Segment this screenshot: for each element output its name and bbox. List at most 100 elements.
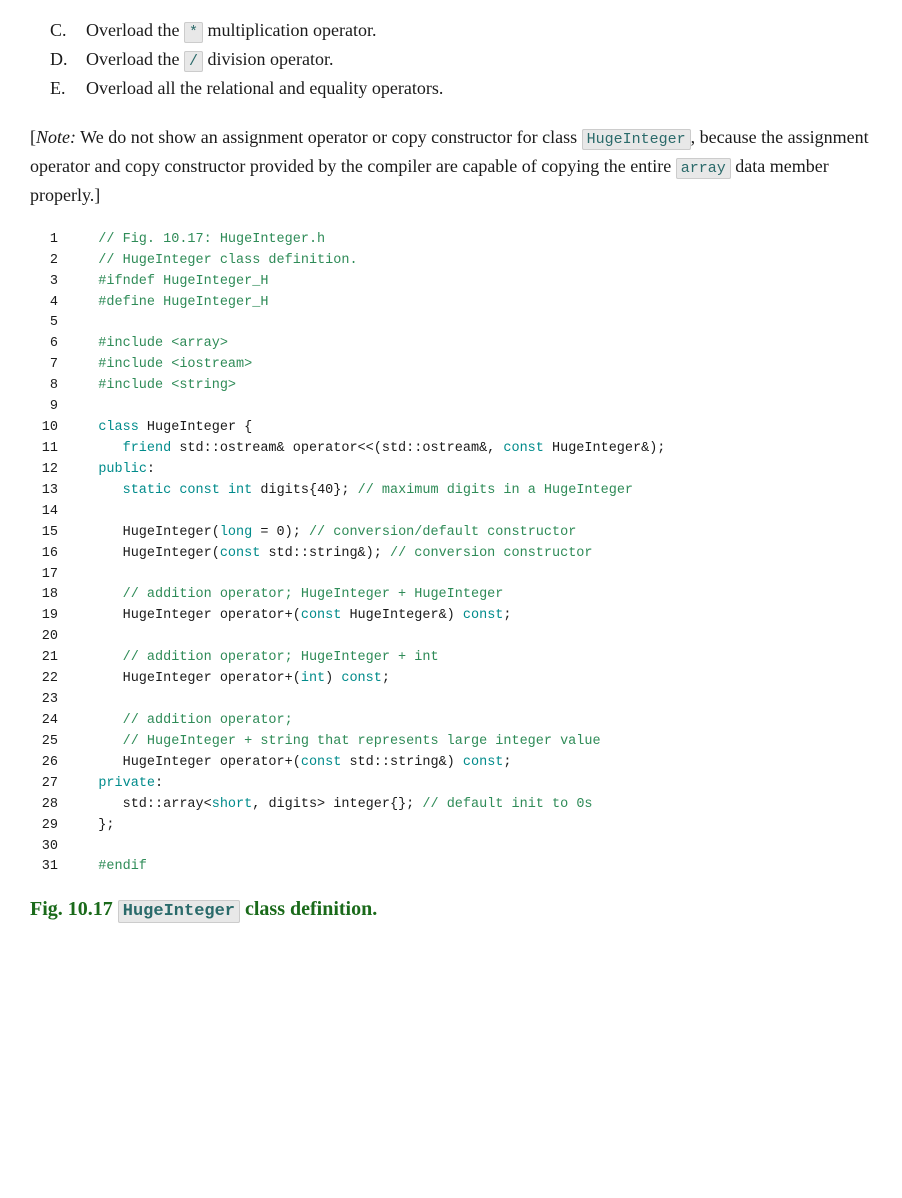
note-section: [Note: We do not show an assignment oper… — [30, 123, 872, 210]
line-num-4: 4 — [30, 293, 58, 314]
line-num-24: 24 — [30, 711, 58, 732]
code-line-16: 16 HugeInteger(const std::string&); // c… — [30, 544, 872, 565]
code-line-23: 23 — [30, 690, 872, 711]
code-line-22: 22 HugeInteger operator+(int) const; — [30, 669, 872, 690]
line-num-30: 30 — [30, 837, 58, 858]
list-text-d: Overload the / division operator. — [86, 49, 872, 70]
line-content-17 — [74, 565, 872, 586]
line-num-14: 14 — [30, 502, 58, 523]
caption-label: class definition. — [245, 898, 377, 920]
line-num-17: 17 — [30, 565, 58, 586]
line-num-20: 20 — [30, 627, 58, 648]
list-item-d: D. Overload the / division operator. — [30, 49, 872, 70]
line-num-7: 7 — [30, 355, 58, 376]
line-content-19: HugeInteger operator+(const HugeInteger&… — [74, 606, 872, 627]
line-num-1: 1 — [30, 230, 58, 251]
fig-number: Fig. 10.17 — [30, 898, 113, 920]
list-item-e: E. Overload all the relational and equal… — [30, 78, 872, 99]
list-text-e: Overload all the relational and equality… — [86, 78, 872, 99]
line-content-1: // Fig. 10.17: HugeInteger.h — [74, 230, 872, 251]
line-num-29: 29 — [30, 816, 58, 837]
fig-caption: Fig. 10.17 HugeInteger class definition. — [30, 898, 872, 921]
line-num-19: 19 — [30, 606, 58, 627]
code-line-2: 2 // HugeInteger class definition. — [30, 251, 872, 272]
code-line-29: 29 }; — [30, 816, 872, 837]
code-line-28: 28 std::array<short, digits> integer{}; … — [30, 795, 872, 816]
line-num-28: 28 — [30, 795, 58, 816]
list-label-c: C. — [50, 20, 86, 41]
line-content-30 — [74, 837, 872, 858]
code-line-1: 1 // Fig. 10.17: HugeInteger.h — [30, 230, 872, 251]
line-num-8: 8 — [30, 376, 58, 397]
line-num-9: 9 — [30, 397, 58, 418]
line-content-23 — [74, 690, 872, 711]
huge-integer-inline-1: HugeInteger — [582, 129, 691, 150]
line-num-12: 12 — [30, 460, 58, 481]
line-num-21: 21 — [30, 648, 58, 669]
line-content-25: // HugeInteger + string that represents … — [74, 732, 872, 753]
line-content-4: #define HugeInteger_H — [74, 293, 872, 314]
line-num-31: 31 — [30, 857, 58, 878]
code-line-30: 30 — [30, 837, 872, 858]
code-line-31: 31 #endif — [30, 857, 872, 878]
line-content-18: // addition operator; HugeInteger + Huge… — [74, 585, 872, 606]
code-line-14: 14 — [30, 502, 872, 523]
line-content-5 — [74, 313, 872, 334]
code-line-17: 17 — [30, 565, 872, 586]
line-num-6: 6 — [30, 334, 58, 355]
line-content-21: // addition operator; HugeInteger + int — [74, 648, 872, 669]
multiply-operator: * — [184, 22, 203, 43]
code-line-12: 12 public: — [30, 460, 872, 481]
line-num-27: 27 — [30, 774, 58, 795]
line-num-25: 25 — [30, 732, 58, 753]
line-content-27: private: — [74, 774, 872, 795]
code-line-6: 6 #include <array> — [30, 334, 872, 355]
line-num-18: 18 — [30, 585, 58, 606]
divide-operator: / — [184, 51, 203, 72]
list-item-c: C. Overload the * multiplication operato… — [30, 20, 872, 41]
line-content-28: std::array<short, digits> integer{}; // … — [74, 795, 872, 816]
list-text-c: Overload the * multiplication operator. — [86, 20, 872, 41]
line-content-13: static const int digits{40}; // maximum … — [74, 481, 872, 502]
code-line-24: 24 // addition operator; — [30, 711, 872, 732]
code-line-27: 27 private: — [30, 774, 872, 795]
line-content-16: HugeInteger(const std::string&); // conv… — [74, 544, 872, 565]
code-line-7: 7 #include <iostream> — [30, 355, 872, 376]
line-num-16: 16 — [30, 544, 58, 565]
line-content-24: // addition operator; — [74, 711, 872, 732]
code-line-25: 25 // HugeInteger + string that represen… — [30, 732, 872, 753]
line-content-9 — [74, 397, 872, 418]
line-num-13: 13 — [30, 481, 58, 502]
code-line-15: 15 HugeInteger(long = 0); // conversion/… — [30, 523, 872, 544]
line-num-5: 5 — [30, 313, 58, 334]
code-line-5: 5 — [30, 313, 872, 334]
list-label-d: D. — [50, 49, 86, 70]
code-line-3: 3 #ifndef HugeInteger_H — [30, 272, 872, 293]
list-section: C. Overload the * multiplication operato… — [30, 20, 872, 99]
line-content-8: #include <string> — [74, 376, 872, 397]
line-num-11: 11 — [30, 439, 58, 460]
line-num-23: 23 — [30, 690, 58, 711]
line-content-3: #ifndef HugeInteger_H — [74, 272, 872, 293]
line-content-12: public: — [74, 460, 872, 481]
code-line-20: 20 — [30, 627, 872, 648]
line-content-31: #endif — [74, 857, 872, 878]
line-content-29: }; — [74, 816, 872, 837]
list-label-e: E. — [50, 78, 86, 99]
line-content-22: HugeInteger operator+(int) const; — [74, 669, 872, 690]
code-line-26: 26 HugeInteger operator+(const std::stri… — [30, 753, 872, 774]
line-num-3: 3 — [30, 272, 58, 293]
code-line-8: 8 #include <string> — [30, 376, 872, 397]
array-inline: array — [676, 158, 731, 179]
code-line-19: 19 HugeInteger operator+(const HugeInteg… — [30, 606, 872, 627]
line-num-15: 15 — [30, 523, 58, 544]
line-content-26: HugeInteger operator+(const std::string&… — [74, 753, 872, 774]
note-label: Note: — [36, 127, 76, 147]
line-num-2: 2 — [30, 251, 58, 272]
line-content-2: // HugeInteger class definition. — [74, 251, 872, 272]
caption-code-inline: HugeInteger — [118, 900, 240, 923]
line-content-15: HugeInteger(long = 0); // conversion/def… — [74, 523, 872, 544]
line-num-22: 22 — [30, 669, 58, 690]
code-line-10: 10 class HugeInteger { — [30, 418, 872, 439]
code-line-21: 21 // addition operator; HugeInteger + i… — [30, 648, 872, 669]
